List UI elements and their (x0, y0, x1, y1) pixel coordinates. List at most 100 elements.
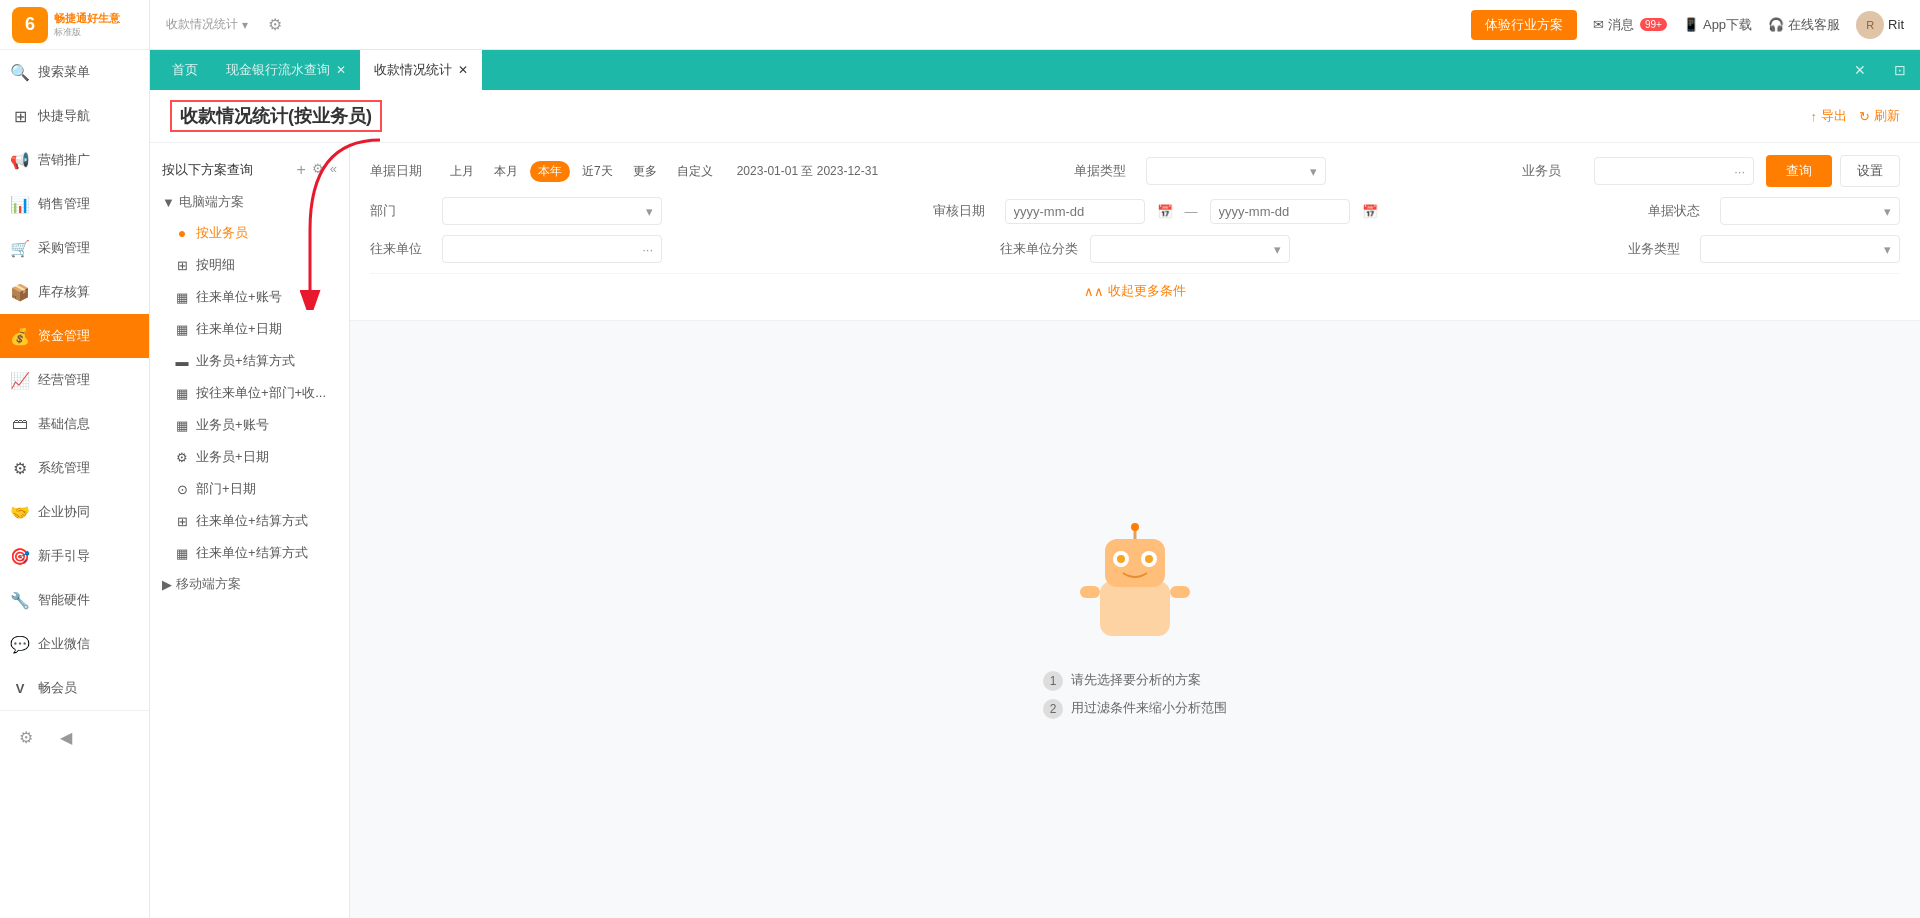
message-button[interactable]: ✉ 消息 99+ (1593, 16, 1667, 34)
sidebar-item-label: 智能硬件 (38, 591, 90, 609)
review-date-start-input[interactable] (1005, 199, 1145, 224)
review-date-end-input[interactable] (1210, 199, 1350, 224)
guide-icon: 🎯 (10, 546, 30, 566)
tab-collection[interactable]: 收款情况统计 ✕ (360, 50, 482, 90)
sidebar-item-finance[interactable]: 💰 资金管理 (0, 314, 149, 358)
chevron-down-icon5: ▾ (1274, 242, 1281, 257)
date-tab-custom[interactable]: 自定义 (669, 161, 721, 182)
sidebar-item-label: 基础信息 (38, 415, 90, 433)
salesperson-active-icon: ● (174, 225, 190, 241)
scheme-settings-button[interactable]: ⚙ (312, 161, 324, 179)
dept-select[interactable]: ▾ (442, 197, 662, 225)
sidebar-item-inventory[interactable]: 📦 库存核算 (0, 270, 149, 314)
filter-actions: 查询 设置 (1766, 155, 1900, 187)
refresh-button[interactable]: ↻ 刷新 (1859, 107, 1900, 125)
sidebar-item-search[interactable]: 🔍 搜索菜单 (0, 50, 149, 94)
sidebar-item-wechat[interactable]: 💬 企业微信 (0, 622, 149, 666)
svg-rect-9 (1170, 586, 1190, 598)
chevron-down-icon2: ··· (1734, 164, 1745, 179)
logo-text: 畅捷通好生意 标准版 (54, 11, 120, 39)
export-button[interactable]: ↑ 导出 (1811, 107, 1848, 125)
sidebar-item-guide[interactable]: 🎯 新手引导 (0, 534, 149, 578)
content-area: 按以下方案查询 + ⚙ « ▼ 电脑端方案 ● 按业务员 (150, 143, 1920, 918)
collapse-icon: ∧∧ (1084, 284, 1104, 299)
sidebar-item-marketing[interactable]: 📢 营销推广 (0, 138, 149, 182)
system-icon: ⚙ (10, 458, 30, 478)
menu-item-salesperson-account[interactable]: ▦ 业务员+账号 (150, 409, 349, 441)
sidebar-item-quicknav[interactable]: ⊞ 快捷导航 (0, 94, 149, 138)
partner-dept-icon: ▦ (174, 385, 190, 401)
date-tab-this-month[interactable]: 本月 (486, 161, 526, 182)
date-tab-7days[interactable]: 近7天 (574, 161, 621, 182)
sp-payment-icon: ▬ (174, 353, 190, 369)
message-icon: ✉ (1593, 17, 1604, 32)
collapse-bar[interactable]: ∧∧ 收起更多条件 (370, 273, 1900, 308)
window-maximize-button[interactable]: ⊡ (1880, 50, 1920, 90)
more-dots-icon: ··· (642, 242, 653, 257)
calendar-icon1[interactable]: 📅 (1157, 204, 1173, 219)
sidebar-item-member[interactable]: V 畅会员 (0, 666, 149, 710)
tab-collection-close[interactable]: ✕ (458, 63, 468, 77)
menu-item-by-salesperson[interactable]: ● 按业务员 (150, 217, 349, 249)
sidebar-collapse-button[interactable]: ◀ (50, 721, 82, 753)
partner-type-select[interactable]: ▾ (1090, 235, 1290, 263)
menu-item-partner-date[interactable]: ▦ 往来单位+日期 (150, 313, 349, 345)
partner-select[interactable]: ··· (442, 235, 662, 263)
user-avatar[interactable]: R Rit (1856, 11, 1904, 39)
sidebar-item-enterprise[interactable]: 🤝 企业协同 (0, 490, 149, 534)
sidebar-item-purchase[interactable]: 🛒 采购管理 (0, 226, 149, 270)
member-icon: V (10, 678, 30, 698)
settings-icon[interactable]: ⚙ (268, 16, 282, 33)
sidebar-item-operations[interactable]: 📈 经营管理 (0, 358, 149, 402)
menu-item-salesperson-payment[interactable]: ▬ 业务员+结算方式 (150, 345, 349, 377)
tabbar: 首页 现金银行流水查询 ✕ 收款情况统计 ✕ ✕ ⊡ (150, 50, 1920, 90)
svg-rect-8 (1080, 586, 1100, 598)
section-mobile[interactable]: ▶ 移动端方案 (150, 569, 349, 599)
date-tab-more[interactable]: 更多 (625, 161, 665, 182)
svg-point-7 (1131, 523, 1139, 531)
panel-collapse-button[interactable]: « (330, 161, 337, 179)
sidebar-item-label: 企业微信 (38, 635, 90, 653)
download-icon: 📱 (1683, 17, 1699, 32)
calendar-icon2[interactable]: 📅 (1362, 204, 1378, 219)
sidebar-item-system[interactable]: ⚙ 系统管理 (0, 446, 149, 490)
tab-bank[interactable]: 现金银行流水查询 ✕ (212, 50, 360, 90)
section-desktop[interactable]: ▼ 电脑端方案 (150, 187, 349, 217)
chevron-down-icon4: ▾ (1884, 204, 1891, 219)
sidebar-item-basic[interactable]: 🗃 基础信息 (0, 402, 149, 446)
logo-icon: 6 (12, 7, 48, 43)
voucher-type-select[interactable]: ▾ (1146, 157, 1326, 185)
tab-home[interactable]: 首页 (158, 50, 212, 90)
date-tab-last-month[interactable]: 上月 (442, 161, 482, 182)
app-download-button[interactable]: 📱 App下载 (1683, 16, 1752, 34)
menu-item-partner-dept[interactable]: ▦ 按往来单位+部门+收... (150, 377, 349, 409)
menu-item-salesperson-date[interactable]: ⚙ 业务员+日期 (150, 441, 349, 473)
page-header: 收款情况统计(按业务员) ↑ 导出 ↻ 刷新 (150, 90, 1920, 143)
sidebar: 6 畅捷通好生意 标准版 🔍 搜索菜单 ⊞ 快捷导航 📢 营销推广 📊 销售管理… (0, 0, 150, 918)
salesperson-select[interactable]: ··· (1594, 157, 1754, 185)
sidebar-item-sales[interactable]: 📊 销售管理 (0, 182, 149, 226)
add-scheme-button[interactable]: + (296, 161, 305, 179)
menu-item-partner-account[interactable]: ▦ 往来单位+账号 (150, 281, 349, 313)
business-type-select[interactable]: ▾ (1700, 235, 1900, 263)
menu-item-partner-payment1[interactable]: ⊞ 往来单位+结算方式 (150, 505, 349, 537)
tab-bank-close[interactable]: ✕ (336, 63, 346, 77)
detail-icon: ⊞ (174, 257, 190, 273)
menu-item-dept-date[interactable]: ⊙ 部门+日期 (150, 473, 349, 505)
sidebar-settings-button[interactable]: ⚙ (10, 721, 42, 753)
filter-settings-button[interactable]: 设置 (1840, 155, 1900, 187)
menu-item-partner-payment2[interactable]: ▦ 往来单位+结算方式 (150, 537, 349, 569)
logo: 6 畅捷通好生意 标准版 (0, 0, 149, 50)
hardware-icon: 🔧 (10, 590, 30, 610)
query-button[interactable]: 查询 (1766, 155, 1832, 187)
window-close-button[interactable]: ✕ (1840, 50, 1880, 90)
filter-row-2: 部门 ▾ 审核日期 📅 — 📅 单据状态 (370, 197, 1900, 225)
trial-button[interactable]: 体验行业方案 (1471, 10, 1577, 40)
voucher-status-select[interactable]: ▾ (1720, 197, 1900, 225)
online-service-button[interactable]: 🎧 在线客服 (1768, 16, 1840, 34)
menu-item-by-detail[interactable]: ⊞ 按明细 (150, 249, 349, 281)
date-tab-this-year[interactable]: 本年 (530, 161, 570, 182)
sidebar-item-label: 采购管理 (38, 239, 90, 257)
sidebar-item-hardware[interactable]: 🔧 智能硬件 (0, 578, 149, 622)
empty-robot (1075, 521, 1195, 651)
